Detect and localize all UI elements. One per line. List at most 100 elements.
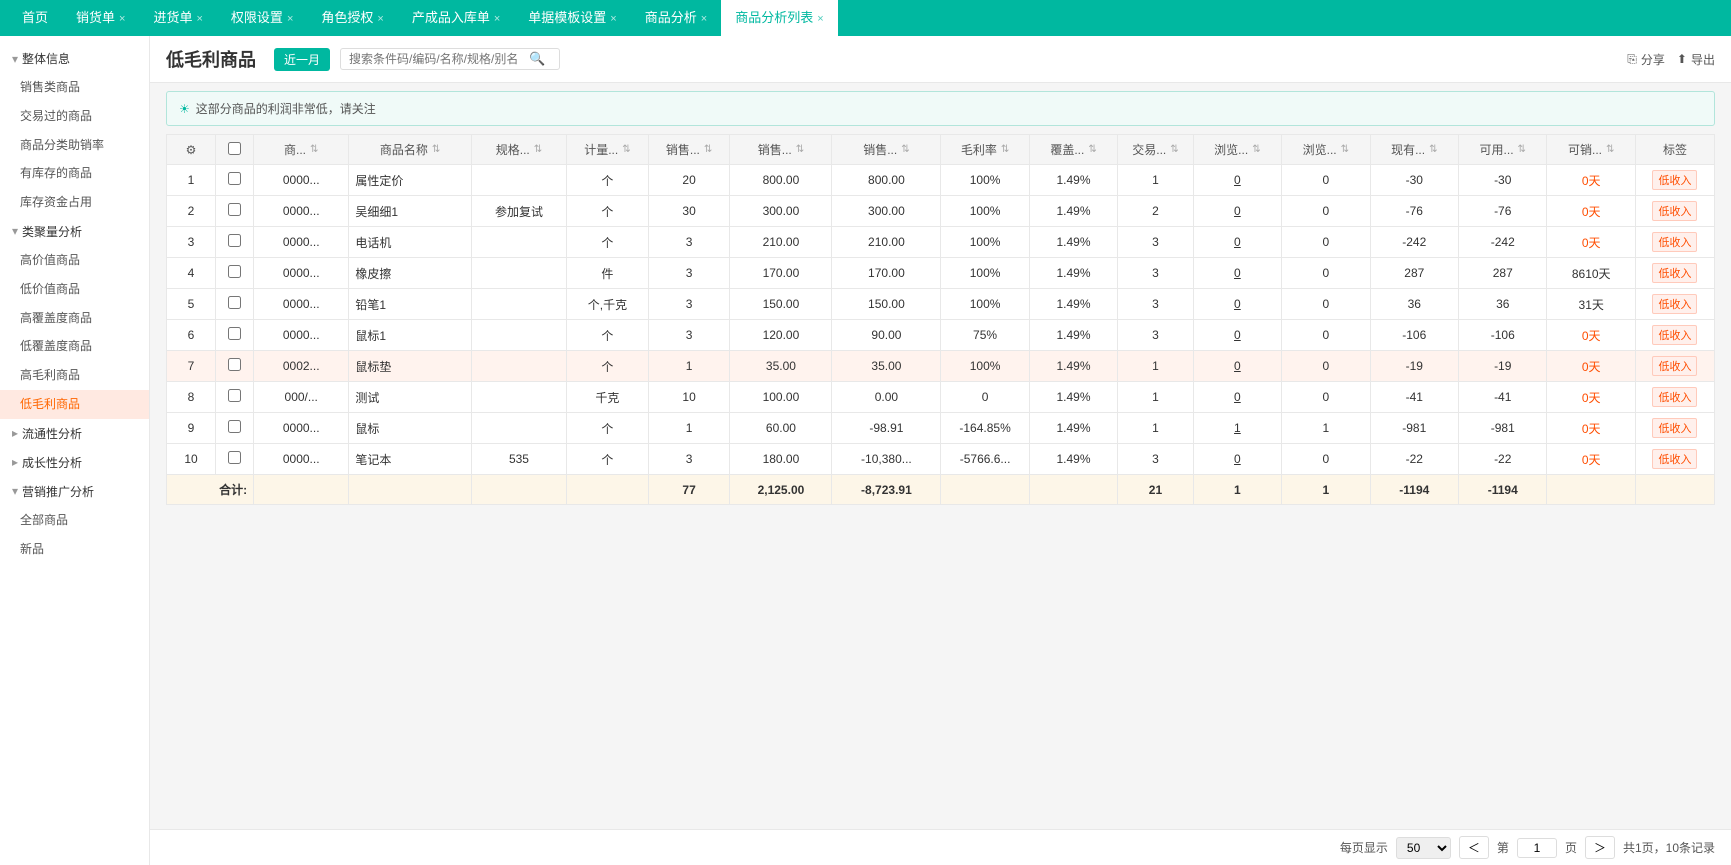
row-browse1[interactable]: 0 [1193, 351, 1281, 382]
sidebar-item-traded[interactable]: 交易过的商品 [0, 102, 149, 131]
date-filter-button[interactable]: 近一月 [274, 48, 330, 71]
th-available[interactable]: 可用...⇅ [1459, 135, 1547, 165]
browse1-link[interactable]: 0 [1234, 328, 1241, 342]
sidebar-group-growth[interactable]: ▸ 成长性分析 [0, 448, 149, 477]
row-checkbox[interactable] [228, 203, 241, 216]
sidebar-item-low-coverage[interactable]: 低覆盖度商品 [0, 332, 149, 361]
nav-item-analysis-list[interactable]: 商品分析列表× [721, 0, 837, 36]
nav-item-home[interactable]: 首页 [8, 0, 62, 36]
row-checkbox[interactable] [228, 358, 241, 371]
nav-item-product-analysis[interactable]: 商品分析× [631, 0, 721, 36]
row-browse1[interactable]: 0 [1193, 258, 1281, 289]
th-checkbox[interactable] [215, 135, 253, 165]
nav-close-sales[interactable]: × [119, 13, 125, 25]
sidebar-item-in-stock[interactable]: 有库存的商品 [0, 159, 149, 188]
th-sellable[interactable]: 可销...⇅ [1547, 135, 1635, 165]
row-checkbox-cell[interactable] [215, 413, 253, 444]
th-settings[interactable]: ⚙ [167, 135, 216, 165]
prev-page-button[interactable]: ＜ [1459, 836, 1489, 859]
row-checkbox[interactable] [228, 234, 241, 247]
row-browse1[interactable]: 0 [1193, 320, 1281, 351]
row-checkbox-cell[interactable] [215, 351, 253, 382]
row-browse1[interactable]: 0 [1193, 196, 1281, 227]
browse1-link[interactable]: 0 [1234, 204, 1241, 218]
browse1-link[interactable]: 0 [1234, 266, 1241, 280]
th-browse1[interactable]: 浏览...⇅ [1193, 135, 1281, 165]
th-sales-qty[interactable]: 销售...⇅ [648, 135, 730, 165]
th-browse2[interactable]: 浏览...⇅ [1282, 135, 1370, 165]
nav-item-purchase[interactable]: 进货单× [139, 0, 216, 36]
row-browse1[interactable]: 0 [1193, 227, 1281, 258]
th-cover[interactable]: 覆盖...⇅ [1029, 135, 1117, 165]
sidebar-item-low-value[interactable]: 低价值商品 [0, 275, 149, 304]
browse1-link[interactable]: 0 [1234, 235, 1241, 249]
row-checkbox-cell[interactable] [215, 289, 253, 320]
row-browse1[interactable]: 0 [1193, 444, 1281, 475]
sidebar-item-category-rate[interactable]: 商品分类助销率 [0, 131, 149, 160]
browse1-link[interactable]: 0 [1234, 452, 1241, 466]
nav-close-template-settings[interactable]: × [610, 13, 616, 25]
nav-item-roles[interactable]: 角色授权× [307, 0, 397, 36]
next-page-button[interactable]: ＞ [1585, 836, 1615, 859]
row-checkbox[interactable] [228, 389, 241, 402]
row-checkbox[interactable] [228, 172, 241, 185]
row-checkbox-cell[interactable] [215, 196, 253, 227]
sidebar-item-high-margin[interactable]: 高毛利商品 [0, 361, 149, 390]
th-spec[interactable]: 规格...⇅ [471, 135, 566, 165]
th-code[interactable]: 商...⇅ [254, 135, 349, 165]
row-checkbox-cell[interactable] [215, 227, 253, 258]
sidebar-group-marketing[interactable]: ▾ 营销推广分析 [0, 477, 149, 506]
sidebar-item-all-products[interactable]: 全部商品 [0, 506, 149, 535]
nav-close-product-analysis[interactable]: × [701, 13, 707, 25]
th-sales-amt[interactable]: 销售...⇅ [730, 135, 832, 165]
nav-close-product-entry[interactable]: × [494, 13, 500, 25]
browse1-link[interactable]: 1 [1234, 421, 1241, 435]
row-checkbox-cell[interactable] [215, 258, 253, 289]
nav-item-sales[interactable]: 销货单× [62, 0, 139, 36]
browse1-link[interactable]: 0 [1234, 297, 1241, 311]
row-checkbox[interactable] [228, 420, 241, 433]
sidebar-item-stock-funds[interactable]: 库存资金占用 [0, 188, 149, 217]
select-all-checkbox[interactable] [228, 142, 241, 155]
th-sales-profit[interactable]: 销售...⇅ [832, 135, 941, 165]
nav-close-permissions[interactable]: × [287, 13, 293, 25]
browse1-link[interactable]: 0 [1234, 390, 1241, 404]
th-trade[interactable]: 交易...⇅ [1118, 135, 1193, 165]
page-number-input[interactable] [1517, 838, 1557, 858]
browse1-link[interactable]: 0 [1234, 359, 1241, 373]
row-browse1[interactable]: 0 [1193, 289, 1281, 320]
row-checkbox[interactable] [228, 265, 241, 278]
export-button[interactable]: ⬆ 导出 [1677, 51, 1715, 68]
nav-item-permissions[interactable]: 权限设置× [217, 0, 307, 36]
row-checkbox[interactable] [228, 327, 241, 340]
nav-close-analysis-list[interactable]: × [817, 13, 823, 25]
sidebar-item-high-value[interactable]: 高价值商品 [0, 246, 149, 275]
row-checkbox-cell[interactable] [215, 165, 253, 196]
row-browse1[interactable]: 1 [1193, 413, 1281, 444]
row-browse1[interactable]: 0 [1193, 165, 1281, 196]
nav-item-template-settings[interactable]: 单据模板设置× [514, 0, 630, 36]
row-browse1[interactable]: 0 [1193, 382, 1281, 413]
th-current[interactable]: 现有...⇅ [1370, 135, 1458, 165]
th-gross-rate[interactable]: 毛利率⇅ [941, 135, 1029, 165]
th-name[interactable]: 商品名称⇅ [349, 135, 471, 165]
sidebar-group-overall[interactable]: ▾ 整体信息 [0, 44, 149, 73]
sidebar-item-new-products[interactable]: 新品 [0, 535, 149, 564]
sidebar-item-high-coverage[interactable]: 高覆盖度商品 [0, 304, 149, 333]
nav-close-roles[interactable]: × [377, 13, 383, 25]
th-unit[interactable]: 计量...⇅ [567, 135, 649, 165]
share-button[interactable]: ⎘ 分享 [1627, 51, 1665, 68]
sidebar-group-flow[interactable]: ▸ 流通性分析 [0, 419, 149, 448]
sidebar-group-cluster[interactable]: ▾ 类聚量分析 [0, 217, 149, 246]
per-page-select[interactable]: 50 10 20 100 [1396, 837, 1451, 859]
sidebar-item-sales-products[interactable]: 销售类商品 [0, 73, 149, 102]
browse1-link[interactable]: 0 [1234, 173, 1241, 187]
row-checkbox-cell[interactable] [215, 320, 253, 351]
row-checkbox[interactable] [228, 451, 241, 464]
search-input[interactable] [349, 52, 529, 66]
nav-close-purchase[interactable]: × [196, 13, 202, 25]
sidebar-item-low-margin[interactable]: 低毛利商品 [0, 390, 149, 419]
row-checkbox-cell[interactable] [215, 444, 253, 475]
row-checkbox[interactable] [228, 296, 241, 309]
nav-item-product-entry[interactable]: 产成品入库单× [398, 0, 514, 36]
